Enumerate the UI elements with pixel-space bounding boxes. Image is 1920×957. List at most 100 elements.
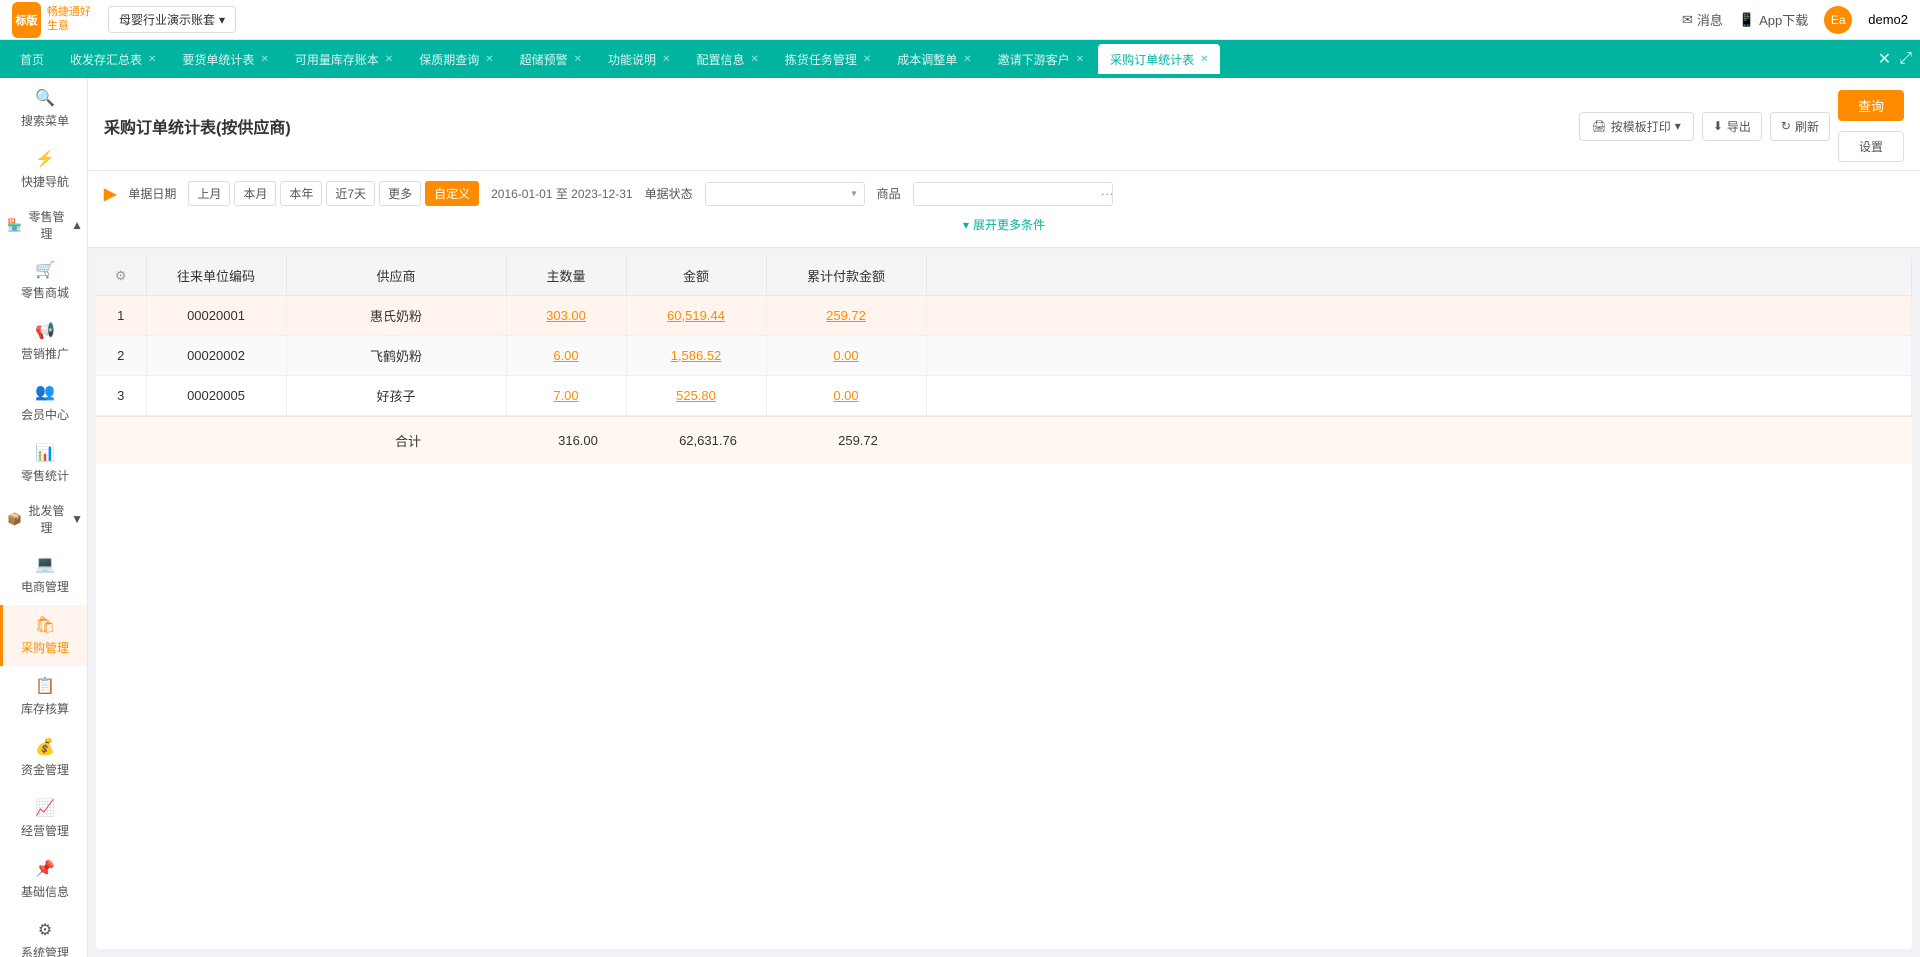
date-preset-7days[interactable]: 近7天: [326, 181, 375, 206]
inventory-icon: 📋: [35, 676, 55, 696]
maximize-button[interactable]: ⤢: [1899, 50, 1912, 68]
top-bar-right: ✉ 消息 📱 App下载 Ea demo2: [1682, 6, 1908, 34]
sidebar-label: 快捷导航: [21, 173, 69, 190]
cell-paid: 0.00: [766, 336, 926, 376]
status-select-wrapper: [705, 182, 865, 206]
tab-inventory-ledger[interactable]: 可用量库存账本 ✕: [283, 44, 405, 74]
date-preset-custom[interactable]: 自定义: [425, 181, 479, 206]
top-bar: 标版 畅捷通好生意 母婴行业演示账套 ▾ ✉ 消息 📱 App下载 Ea dem…: [0, 0, 1920, 40]
sidebar-item-quick-nav[interactable]: ⚡ 快捷导航: [0, 139, 87, 200]
sidebar-item-inventory[interactable]: 📋 库存核算: [0, 666, 87, 727]
user-avatar[interactable]: Ea: [1824, 6, 1852, 34]
logo-text: 畅捷通好生意: [47, 6, 100, 32]
tab-overstock-warning[interactable]: 超储预警 ✕: [508, 44, 594, 74]
sidebar-label: 库存核算: [21, 700, 69, 717]
tab-receive-summary[interactable]: 收发存汇总表 ✕: [58, 44, 168, 74]
print-button[interactable]: 🖨 按模板打印 ▾: [1579, 112, 1694, 141]
cell-supplier: 飞鹤奶粉: [286, 336, 506, 376]
app-download-button[interactable]: 📱 App下载: [1739, 10, 1808, 29]
close-icon[interactable]: ✕: [485, 54, 493, 65]
close-window-button[interactable]: ✕: [1878, 49, 1891, 69]
col-header-amount: 金额: [626, 256, 766, 296]
date-preset-this-year[interactable]: 本年: [280, 181, 322, 206]
tab-cost-adjust[interactable]: 成本调整单 ✕: [885, 44, 983, 74]
avatar-initial: Ea: [1831, 13, 1846, 27]
message-button[interactable]: ✉ 消息: [1682, 10, 1723, 29]
column-settings-icon[interactable]: ⚙: [115, 268, 127, 283]
sidebar-item-retail-stats[interactable]: 📊 零售统计: [0, 433, 87, 494]
sidebar-item-finance[interactable]: 💰 资金管理: [0, 727, 87, 788]
sidebar-label: 零售商城: [21, 284, 69, 301]
workspace-selector[interactable]: 母婴行业演示账套 ▾: [108, 6, 236, 33]
table-row: 1 00020001 惠氏奶粉 303.00 60,519.44 259.72: [96, 296, 1912, 336]
goods-input[interactable]: [913, 182, 1113, 206]
tab-home[interactable]: 首页: [8, 44, 56, 74]
sidebar-item-retail[interactable]: 🏪 零售管理 ▲: [0, 200, 87, 250]
tab-config-info[interactable]: 配置信息 ✕: [684, 44, 770, 74]
sidebar-item-marketing[interactable]: 📢 营销推广: [0, 311, 87, 372]
tab-pickup-task[interactable]: 拣货任务管理 ✕: [773, 44, 883, 74]
expand-more-button[interactable]: ▾ 展开更多条件: [955, 212, 1053, 237]
shop-icon: 🛒: [35, 260, 55, 280]
settings-button[interactable]: 设置: [1838, 131, 1904, 162]
refresh-button[interactable]: ↻ 刷新: [1770, 112, 1830, 141]
sidebar-item-operations[interactable]: 📈 经营管理: [0, 788, 87, 849]
sidebar-item-search[interactable]: 🔍 搜索菜单: [0, 78, 87, 139]
sidebar-item-member-center[interactable]: 👥 会员中心: [0, 372, 87, 433]
close-icon[interactable]: ✕: [385, 54, 393, 65]
date-preset-last-month[interactable]: 上月: [188, 181, 230, 206]
close-icon[interactable]: ✕: [148, 54, 156, 65]
goods-more-icon[interactable]: ···: [1101, 186, 1114, 201]
close-icon[interactable]: ✕: [863, 54, 871, 65]
close-icon[interactable]: ✕: [574, 54, 582, 65]
cell-amount: 60,519.44: [626, 296, 766, 336]
cell-empty: [926, 296, 1912, 336]
close-icon[interactable]: ✕: [260, 54, 268, 65]
layout: 🔍 搜索菜单 ⚡ 快捷导航 🏪 零售管理 ▲ 🛒 零售商城 📢 营销推广 👥 会…: [0, 78, 1920, 957]
cell-paid: 259.72: [766, 296, 926, 336]
status-filter-label: 单据状态: [645, 185, 693, 202]
workspace-name: 母婴行业演示账套: [119, 11, 215, 28]
tab-label: 超储预警: [520, 51, 568, 68]
retail-icon: 🏪: [7, 218, 22, 232]
tab-invite-downstream[interactable]: 邀请下游客户 ✕: [986, 44, 1096, 74]
close-icon[interactable]: ✕: [1200, 54, 1208, 65]
date-preset-more[interactable]: 更多: [379, 181, 421, 206]
tab-purchase-stats[interactable]: 采购订单统计表 ✕: [1098, 44, 1220, 74]
sidebar-item-retail-shop[interactable]: 🛒 零售商城: [0, 250, 87, 311]
toggle-filter-button[interactable]: ▶: [104, 184, 116, 204]
close-icon[interactable]: ✕: [1076, 54, 1084, 65]
sidebar-label: 系统管理: [21, 944, 69, 957]
tab-order-stats[interactable]: 要货单统计表 ✕: [170, 44, 280, 74]
tab-label: 配置信息: [696, 51, 744, 68]
user-name[interactable]: demo2: [1868, 12, 1908, 27]
tab-expiry-query[interactable]: 保质期查询 ✕: [407, 44, 505, 74]
cell-supplier: 惠氏奶粉: [286, 296, 506, 336]
cell-code: 00020001: [146, 296, 286, 336]
message-label: 消息: [1697, 10, 1723, 29]
sidebar-item-system[interactable]: ⚙ 系统管理: [0, 910, 87, 957]
table-row: 3 00020005 好孩子 7.00 525.80 0.00: [96, 376, 1912, 416]
finance-icon: 💰: [35, 737, 55, 757]
sidebar-item-purchase[interactable]: 🛍 采购管理: [0, 605, 87, 666]
date-range-display: 2016-01-01 至 2023-12-31: [491, 185, 632, 202]
sidebar-item-ecommerce[interactable]: 💻 电商管理: [0, 544, 87, 605]
tab-function-desc[interactable]: 功能说明 ✕: [596, 44, 682, 74]
query-button[interactable]: 查询: [1838, 90, 1904, 121]
page-header: 采购订单统计表(按供应商) 🖨 按模板打印 ▾ ⬇ 导出 ↻ 刷新 查询 设置: [88, 78, 1920, 171]
close-icon[interactable]: ✕: [662, 54, 670, 65]
expand-icon: ▾: [963, 218, 969, 232]
close-icon[interactable]: ✕: [750, 54, 758, 65]
status-select[interactable]: [705, 182, 865, 206]
close-icon[interactable]: ✕: [963, 54, 971, 65]
col-header-settings: ⚙: [96, 256, 146, 296]
table-footer: 合计 316.00 62,631.76 259.72: [96, 416, 1912, 464]
sidebar-item-basic-info[interactable]: 📌 基础信息: [0, 849, 87, 910]
sidebar-item-wholesale[interactable]: 📦 批发管理 ▼: [0, 494, 87, 544]
tab-label: 可用量库存账本: [295, 51, 379, 68]
sidebar-label: 电商管理: [21, 578, 69, 595]
date-preset-this-month[interactable]: 本月: [234, 181, 276, 206]
cell-paid: 0.00: [766, 376, 926, 416]
export-button[interactable]: ⬇ 导出: [1702, 112, 1762, 141]
system-icon: ⚙: [38, 920, 52, 940]
